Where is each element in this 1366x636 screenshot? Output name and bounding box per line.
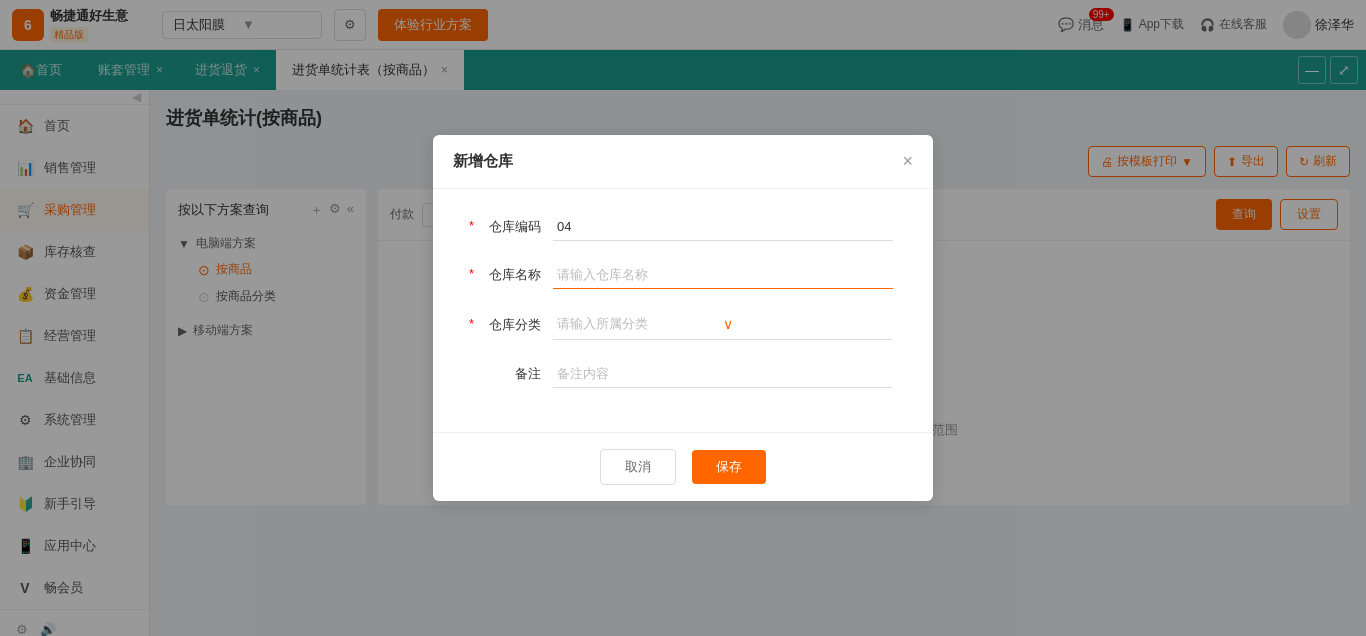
warehouse-type-select[interactable]: 请输入所属分类 ∨ [553, 309, 893, 340]
remark-input[interactable] [553, 360, 893, 388]
modal-title: 新增仓库 [453, 152, 513, 171]
modal-new-warehouse: 新增仓库 × 仓库编码 仓库名称 仓库分类 请输入所属分类 ∨ [433, 135, 933, 501]
modal-header: 新增仓库 × [433, 135, 933, 189]
form-row-type: 仓库分类 请输入所属分类 ∨ [473, 309, 893, 340]
warehouse-type-label: 仓库分类 [473, 316, 553, 334]
form-row-name: 仓库名称 [473, 261, 893, 289]
form-row-code: 仓库编码 [473, 213, 893, 241]
modal-overlay[interactable]: 新增仓库 × 仓库编码 仓库名称 仓库分类 请输入所属分类 ∨ [0, 0, 1366, 636]
warehouse-name-input[interactable] [553, 261, 893, 289]
save-button[interactable]: 保存 [692, 450, 766, 484]
warehouse-name-label: 仓库名称 [473, 266, 553, 284]
warehouse-code-input[interactable] [553, 213, 893, 241]
form-row-remark: 备注 [473, 360, 893, 388]
modal-body: 仓库编码 仓库名称 仓库分类 请输入所属分类 ∨ 备注 [433, 189, 933, 432]
warehouse-code-label: 仓库编码 [473, 218, 553, 236]
warehouse-type-placeholder: 请输入所属分类 [557, 315, 723, 333]
remark-label: 备注 [473, 365, 553, 383]
type-chevron-icon: ∨ [723, 316, 889, 332]
cancel-button[interactable]: 取消 [600, 449, 676, 485]
modal-close-button[interactable]: × [902, 151, 913, 172]
modal-footer: 取消 保存 [433, 432, 933, 501]
